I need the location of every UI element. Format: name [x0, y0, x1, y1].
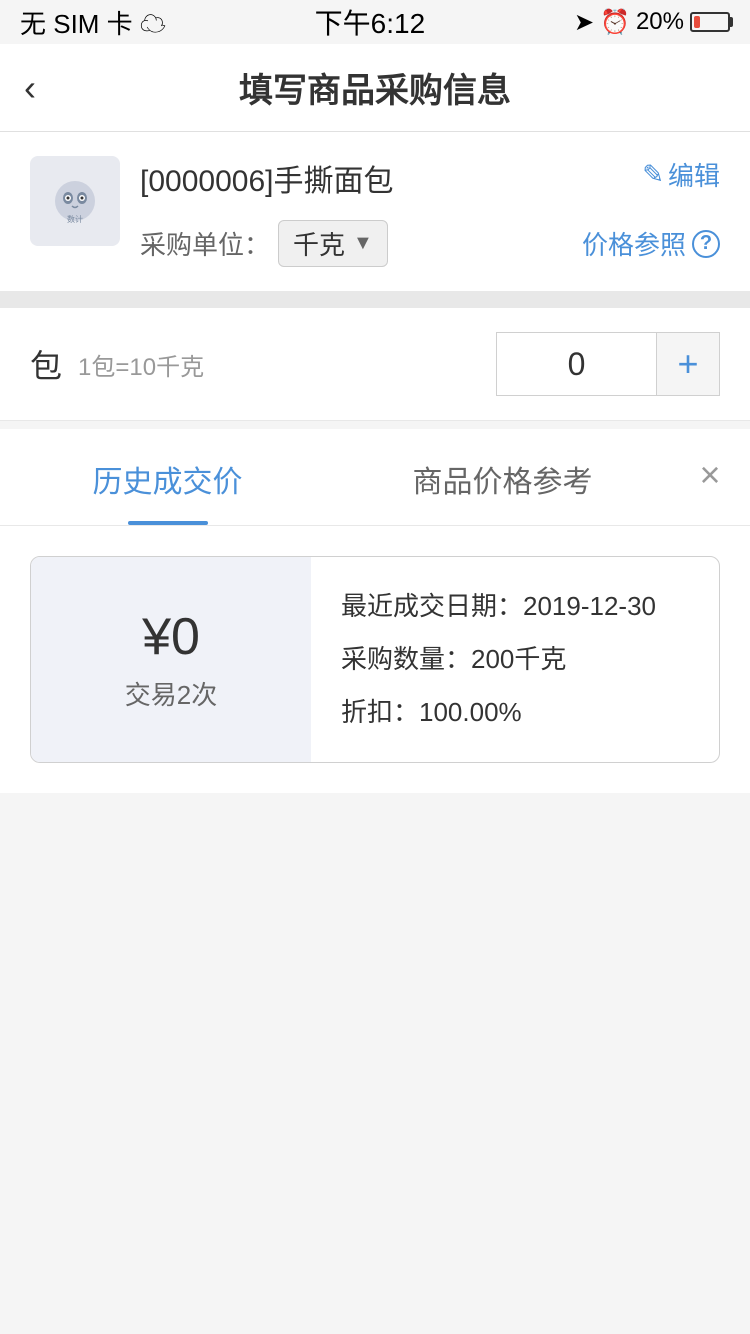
nav-bar: ‹ 填写商品采购信息	[0, 44, 750, 132]
edit-button[interactable]: ✎ 编辑	[642, 156, 720, 193]
purchase-qty-row: 采购数量：200千克	[341, 640, 689, 679]
unit-label: 采购单位：	[140, 225, 270, 262]
trade-count: 交易2次	[125, 675, 217, 712]
price-ref-button[interactable]: 价格参照 ?	[582, 225, 720, 262]
quantity-plus-button[interactable]: +	[656, 332, 720, 396]
discount-row: 折扣：100.00%	[341, 693, 689, 732]
price-card-right: 最近成交日期：2019-12-30 采购数量：200千克 折扣：100.00%	[311, 557, 719, 762]
product-image: 数计	[30, 156, 120, 246]
purchase-qty-label: 采购数量：	[341, 644, 471, 674]
status-bar: 无 SIM 卡 ☁ 下午6:12 ➤ ⏰ 20%	[0, 0, 750, 44]
price-card-left: ¥0 交易2次	[31, 557, 311, 762]
product-name: [0000006]手撕面包	[140, 156, 642, 200]
back-button[interactable]: ‹	[24, 67, 36, 109]
unit-select[interactable]: 千克 ▼	[278, 220, 388, 267]
alarm-icon: ⏰	[600, 8, 630, 37]
discount-label: 折扣：	[341, 697, 419, 727]
recent-date-row: 最近成交日期：2019-12-30	[341, 587, 689, 626]
info-icon: ?	[692, 230, 720, 258]
tab-product-price[interactable]: 商品价格参考	[335, 429, 670, 525]
history-content: ¥0 交易2次 最近成交日期：2019-12-30 采购数量：200千克 折扣：…	[0, 526, 750, 793]
status-time: 下午6:12	[315, 2, 426, 42]
unit-value: 千克	[293, 225, 345, 262]
bottom-panel: 历史成交价 商品价格参考 × ¥0 交易2次 最近成交日期：2019-12-30…	[0, 429, 750, 793]
package-label: 包	[30, 341, 62, 387]
tab-history-price[interactable]: 历史成交价	[0, 429, 335, 525]
section-divider	[0, 292, 750, 308]
battery-indicator	[690, 12, 730, 32]
svg-text:数计: 数计	[67, 214, 83, 224]
recent-date-label: 最近成交日期：	[341, 591, 523, 621]
price-card: ¥0 交易2次 最近成交日期：2019-12-30 采购数量：200千克 折扣：…	[30, 556, 720, 763]
purchase-qty-value: 200千克	[471, 644, 566, 674]
quantity-input[interactable]: 0	[496, 332, 656, 396]
status-right: ➤ ⏰ 20%	[574, 8, 730, 37]
price-amount: ¥0	[142, 607, 200, 667]
tab-bar: 历史成交价 商品价格参考 ×	[0, 429, 750, 526]
product-card: 数计 [0000006]手撕面包 ✎ 编辑 采购单位： 千克 ▼	[0, 132, 750, 292]
discount-value: 100.00%	[419, 697, 522, 727]
status-left: 无 SIM 卡 ☁	[20, 4, 166, 41]
battery-percent: 20%	[636, 8, 684, 36]
price-ref-label: 价格参照	[582, 225, 686, 262]
quantity-controls: 0 +	[496, 332, 720, 396]
signal-text: 无 SIM 卡 ☁	[20, 4, 166, 41]
product-info: [0000006]手撕面包 ✎ 编辑 采购单位： 千克 ▼ 价格参照 ?	[140, 156, 720, 267]
dropdown-arrow-icon: ▼	[353, 232, 373, 255]
conversion-label: 1包=10千克	[78, 347, 204, 382]
tab-close-button[interactable]: ×	[670, 454, 750, 500]
edit-icon: ✎	[642, 159, 664, 190]
quantity-row: 包 1包=10千克 0 +	[0, 308, 750, 421]
edit-label: 编辑	[668, 156, 720, 193]
page-title: 填写商品采购信息	[239, 63, 511, 112]
nav-icon: ➤	[574, 8, 594, 37]
recent-date-value: 2019-12-30	[523, 591, 656, 621]
